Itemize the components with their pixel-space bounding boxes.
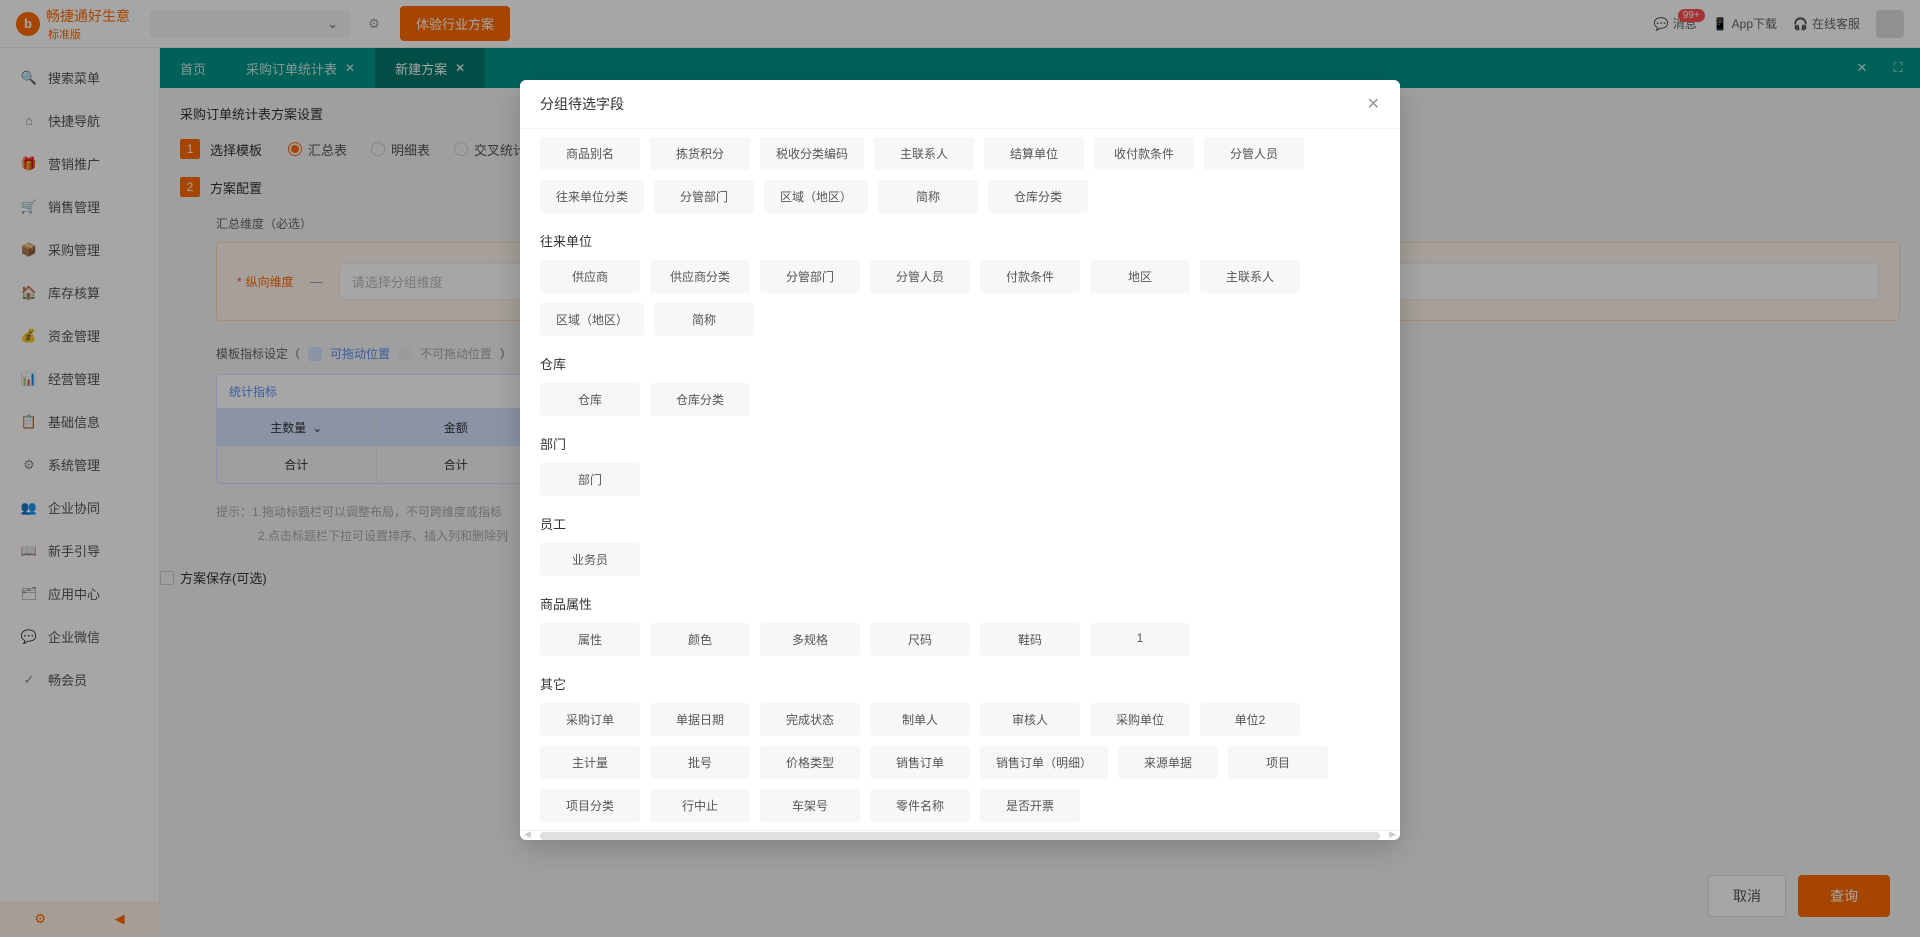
field-chip[interactable]: 多规格 [760,623,860,656]
field-chip[interactable]: 仓库分类 [988,180,1088,213]
field-chip[interactable]: 主计量 [540,746,640,779]
field-group: 员工业务员 [540,514,1380,576]
field-group-title: 往来单位 [540,231,1380,250]
field-group: 商品别名拣货积分税收分类编码主联系人结算单位收付款条件分管人员往来单位分类分管部… [540,137,1380,213]
field-group: 仓库仓库仓库分类 [540,354,1380,416]
field-chip[interactable]: 采购单位 [1090,703,1190,736]
field-group-title: 员工 [540,514,1380,533]
field-chip[interactable]: 收付款条件 [1094,137,1194,170]
field-chip[interactable]: 往来单位分类 [540,180,644,213]
field-chip[interactable]: 地区 [1090,260,1190,293]
field-chip[interactable]: 鞋码 [980,623,1080,656]
field-chip[interactable]: 零件名称 [870,789,970,822]
field-chip[interactable]: 采购订单 [540,703,640,736]
field-chip[interactable]: 行中止 [650,789,750,822]
field-chip[interactable]: 销售订单（明细） [980,746,1108,779]
field-chip[interactable]: 颜色 [650,623,750,656]
field-chip[interactable]: 税收分类编码 [760,137,864,170]
field-chip[interactable]: 主联系人 [1200,260,1300,293]
modal-overlay[interactable]: 分组待选字段 ✕ 商品别名拣货积分税收分类编码主联系人结算单位收付款条件分管人员… [0,0,1920,937]
horizontal-scrollbar[interactable] [520,830,1400,840]
scrollbar-thumb[interactable] [540,832,1380,840]
field-chip[interactable]: 分管人员 [870,260,970,293]
field-chip[interactable]: 简称 [654,303,754,336]
field-chip[interactable]: 区域（地区） [540,303,644,336]
field-chip[interactable]: 属性 [540,623,640,656]
field-group-title: 仓库 [540,354,1380,373]
modal-close-button[interactable]: ✕ [1367,94,1380,114]
chip-list: 业务员 [540,543,1380,576]
field-chip[interactable]: 分管部门 [654,180,754,213]
chip-list: 属性颜色多规格尺码鞋码 1 [540,623,1380,656]
field-chip[interactable]: 仓库 [540,383,640,416]
field-group-title: 部门 [540,434,1380,453]
field-chip[interactable]: 单据日期 [650,703,750,736]
field-selector-modal: 分组待选字段 ✕ 商品别名拣货积分税收分类编码主联系人结算单位收付款条件分管人员… [520,80,1400,840]
field-chip[interactable]: 业务员 [540,543,640,576]
field-group: 商品属性属性颜色多规格尺码鞋码 1 [540,594,1380,656]
field-chip[interactable]: 供应商分类 [650,260,750,293]
field-chip[interactable]: 区域（地区） [764,180,868,213]
field-chip[interactable]: 部门 [540,463,640,496]
chip-list: 供应商供应商分类分管部门分管人员付款条件地区主联系人区域（地区） 简称 [540,260,1380,336]
field-chip[interactable]: 分管部门 [760,260,860,293]
field-chip[interactable]: 审核人 [980,703,1080,736]
field-chip[interactable]: 简称 [878,180,978,213]
field-chip[interactable]: 结算单位 [984,137,1084,170]
field-chip[interactable]: 仓库分类 [650,383,750,416]
field-chip[interactable]: 是否开票 [980,789,1080,822]
chip-list: 仓库仓库分类 [540,383,1380,416]
field-chip[interactable]: 主联系人 [874,137,974,170]
field-chip[interactable]: 分管人员 [1204,137,1304,170]
field-group: 部门部门 [540,434,1380,496]
field-chip[interactable]: 价格类型 [760,746,860,779]
field-chip[interactable]: 拣货积分 [650,137,750,170]
modal-title: 分组待选字段 [540,94,624,114]
field-chip[interactable]: 单位2 [1200,703,1300,736]
chip-list: 采购订单单据日期完成状态制单人审核人采购单位单位2 主计量批号价格类型销售订单销售… [540,703,1380,822]
field-group: 往来单位供应商供应商分类分管部门分管人员付款条件地区主联系人区域（地区） 简称 [540,231,1380,336]
modal-header: 分组待选字段 ✕ [520,80,1400,129]
field-chip[interactable]: 商品别名 [540,137,640,170]
field-chip[interactable]: 付款条件 [980,260,1080,293]
field-chip[interactable]: 批号 [650,746,750,779]
field-chip[interactable]: 1 [1090,623,1190,656]
field-group-title: 其它 [540,674,1380,693]
field-chip[interactable]: 车架号 [760,789,860,822]
field-chip[interactable]: 项目 [1228,746,1328,779]
chip-list: 商品别名拣货积分税收分类编码主联系人结算单位收付款条件分管人员往来单位分类分管部… [540,137,1380,213]
field-chip[interactable]: 尺码 [870,623,970,656]
modal-body: 商品别名拣货积分税收分类编码主联系人结算单位收付款条件分管人员往来单位分类分管部… [520,129,1400,830]
field-chip[interactable]: 销售订单 [870,746,970,779]
chip-list: 部门 [540,463,1380,496]
field-chip[interactable]: 制单人 [870,703,970,736]
field-group-title: 商品属性 [540,594,1380,613]
field-chip[interactable]: 完成状态 [760,703,860,736]
field-chip[interactable]: 供应商 [540,260,640,293]
field-group: 其它采购订单单据日期完成状态制单人审核人采购单位单位2主计量批号价格类型销售订单… [540,674,1380,822]
field-chip[interactable]: 项目分类 [540,789,640,822]
field-chip[interactable]: 来源单据 [1118,746,1218,779]
